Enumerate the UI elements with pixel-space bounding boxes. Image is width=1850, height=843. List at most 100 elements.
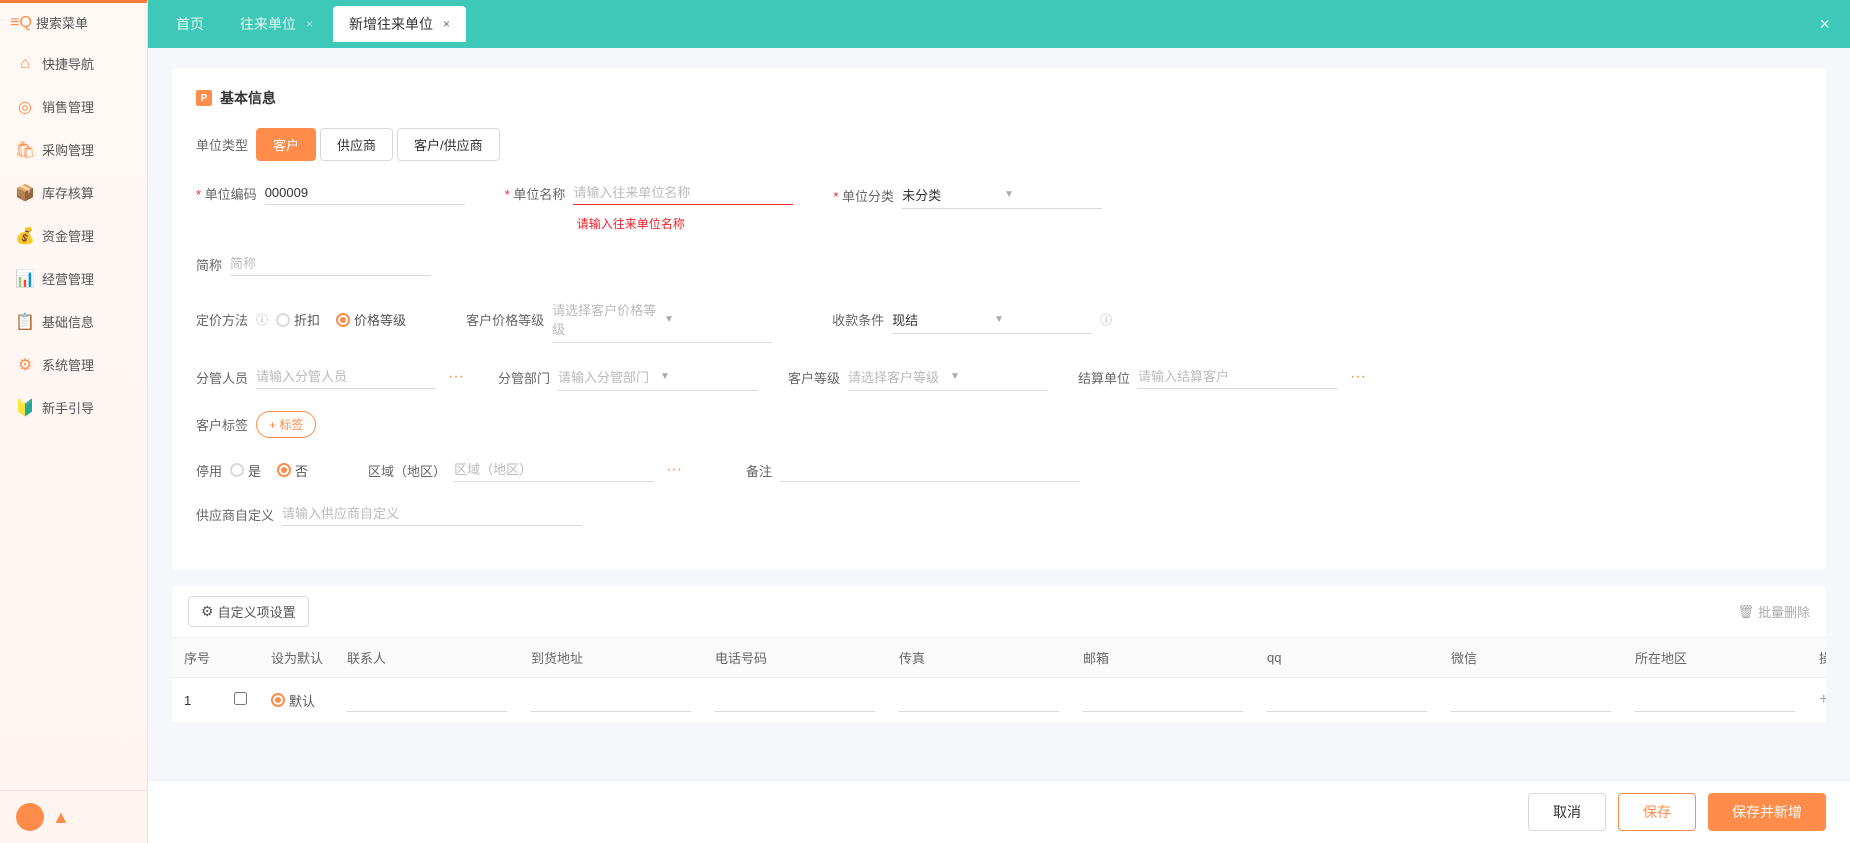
custom-settings-button[interactable]: ⚙ 自定义项设置 <box>188 596 309 627</box>
sidebar-item-inventory[interactable]: 📦 库存核算 <box>0 171 147 214</box>
email-input[interactable] <box>1083 688 1243 712</box>
sidebar-item-purchase[interactable]: 🛍 采购管理 <box>0 128 147 171</box>
unit-type-supplier-button[interactable]: 供应商 <box>320 128 393 161</box>
sidebar-item-quick-nav[interactable]: ⌂ 快捷导航 <box>0 42 147 85</box>
tab-new-contact[interactable]: 新增往来单位 × <box>333 6 466 42</box>
sidebar-item-finance[interactable]: 💰 资金管理 <box>0 214 147 257</box>
pricing-info-icon[interactable]: ⓘ <box>256 311 268 328</box>
sidebar-item-guide[interactable]: 🔰 新手引导 <box>0 386 147 429</box>
cell-fax <box>887 678 1071 723</box>
manager-group: 分管人员 ··· <box>196 365 468 389</box>
cust-level-chevron-icon: ▼ <box>950 371 1048 382</box>
manager-input[interactable] <box>256 365 436 389</box>
phone-input[interactable] <box>715 688 875 712</box>
supplier-custom-input[interactable] <box>282 502 582 526</box>
region-ellipsis-button[interactable]: ··· <box>662 461 686 479</box>
customer-level-label: 客户等级 <box>788 368 840 387</box>
yes-label: 是 <box>248 461 261 480</box>
tab-new-contact-close[interactable]: × <box>443 17 450 31</box>
location-input[interactable] <box>1635 688 1795 712</box>
customer-price-placeholder: 请选择客户价格等级 <box>552 300 660 338</box>
avatar <box>16 803 44 831</box>
unit-name-label: 单位名称 <box>505 184 566 203</box>
qq-input[interactable] <box>1267 688 1427 712</box>
manager-ellipsis-button[interactable]: ··· <box>444 368 468 386</box>
settlement-ellipsis-button[interactable]: ··· <box>1346 368 1370 386</box>
main-area: 首页 往来单位 × 新增往来单位 × × P 基本信息 单位类型 <box>148 0 1850 843</box>
unit-category-select[interactable]: 未分类 ▼ <box>902 181 1102 209</box>
short-name-label: 简称 <box>196 255 222 274</box>
tab-contact-close[interactable]: × <box>306 17 313 31</box>
sidebar-item-label: 快捷导航 <box>42 54 94 73</box>
col-contact: 联系人 <box>335 638 519 678</box>
region-input[interactable] <box>454 458 654 482</box>
wechat-input[interactable] <box>1451 688 1611 712</box>
region-label: 区域（地区） <box>368 461 446 480</box>
department-label: 分管部门 <box>498 368 550 387</box>
short-name-input[interactable] <box>230 252 430 276</box>
col-checkbox <box>222 638 259 678</box>
default-radio-circle <box>271 693 285 707</box>
footer-bar: 取消 保存 保存并新增 <box>148 780 1850 843</box>
tab-home[interactable]: 首页 <box>160 6 220 42</box>
remark-input[interactable] <box>780 458 1080 482</box>
sidebar-user-icon: ▲ <box>52 807 70 828</box>
cancel-button[interactable]: 取消 <box>1528 793 1606 831</box>
unit-category-value: 未分类 <box>902 185 1000 204</box>
cell-email <box>1071 678 1255 723</box>
sidebar-item-label: 资金管理 <box>42 226 94 245</box>
disabled-no-radio[interactable]: 否 <box>277 461 308 480</box>
short-name-row: 简称 <box>196 252 1802 276</box>
no-radio-dot <box>281 467 287 473</box>
address-input[interactable] <box>531 688 691 712</box>
unit-type-customer-button[interactable]: 客户 <box>256 128 316 161</box>
row-default-radio[interactable]: 默认 <box>271 691 323 710</box>
remark-label: 备注 <box>746 461 772 480</box>
disabled-yes-radio[interactable]: 是 <box>230 461 261 480</box>
department-select[interactable]: 请输入分管部门 ▼ <box>558 363 758 391</box>
sidebar-item-basic-info[interactable]: 📋 基础信息 <box>0 300 147 343</box>
yes-radio-circle <box>230 463 244 477</box>
sidebar-item-label: 经营管理 <box>42 269 94 288</box>
pricing-level-radio[interactable]: 价格等级 <box>336 310 406 329</box>
sidebar-search-label: 搜索菜单 <box>36 13 88 32</box>
unit-type-both-button[interactable]: 客户/供应商 <box>397 128 500 161</box>
sidebar-item-sales[interactable]: ◎ 销售管理 <box>0 85 147 128</box>
basic-info-icon: 📋 <box>16 313 34 331</box>
cell-qq <box>1255 678 1439 723</box>
sidebar-item-system[interactable]: ⚙ 系统管理 <box>0 343 147 386</box>
main-close-button[interactable]: × <box>1811 14 1838 34</box>
unit-name-input[interactable] <box>573 181 793 205</box>
contact-input[interactable] <box>347 688 507 712</box>
settlement-input[interactable] <box>1138 365 1338 389</box>
row-checkbox[interactable] <box>234 692 247 705</box>
add-row-button[interactable]: + <box>1819 691 1826 709</box>
unit-code-input[interactable] <box>265 181 465 205</box>
level-radio-dot <box>340 317 346 323</box>
sidebar-search[interactable]: ≡Q 搜索菜单 <box>0 3 147 42</box>
system-icon: ⚙ <box>16 356 34 374</box>
customer-level-select[interactable]: 请选择客户等级 ▼ <box>848 363 1048 391</box>
sidebar-item-business[interactable]: 📊 经营管理 <box>0 257 147 300</box>
inventory-icon: 📦 <box>16 184 34 202</box>
customer-price-label: 客户价格等级 <box>466 310 544 329</box>
tab-contact[interactable]: 往来单位 × <box>224 6 329 42</box>
delete-icon: 🗑 <box>1737 604 1754 620</box>
cell-default: 默认 <box>259 678 335 723</box>
disabled-region-row: 停用 是 否 <box>196 458 1802 482</box>
batch-delete-button[interactable]: 🗑 批量删除 <box>1737 602 1810 621</box>
unit-type-row: 单位类型 客户 供应商 客户/供应商 <box>196 128 1802 161</box>
pricing-discount-radio[interactable]: 折扣 <box>276 310 320 329</box>
col-qq: qq <box>1255 638 1439 678</box>
customer-price-select[interactable]: 请选择客户价格等级 ▼ <box>552 296 772 343</box>
payment-terms-select[interactable]: 现结 ▼ <box>892 306 1092 334</box>
add-tag-button[interactable]: + 标签 <box>256 411 316 438</box>
cell-seq: 1 <box>172 678 222 723</box>
payment-info-icon[interactable]: ⓘ <box>1100 311 1112 328</box>
settlement-label: 结算单位 <box>1078 368 1130 387</box>
save-and-new-button[interactable]: 保存并新增 <box>1708 793 1826 831</box>
save-button[interactable]: 保存 <box>1618 793 1696 831</box>
pricing-method-group: 定价方法 ⓘ 折扣 价格等级 <box>196 310 406 329</box>
code-name-row: 单位编码 单位名称 请输入往来单位名称 单位分类 未分类 ▼ <box>196 181 1802 232</box>
fax-input[interactable] <box>899 688 1059 712</box>
